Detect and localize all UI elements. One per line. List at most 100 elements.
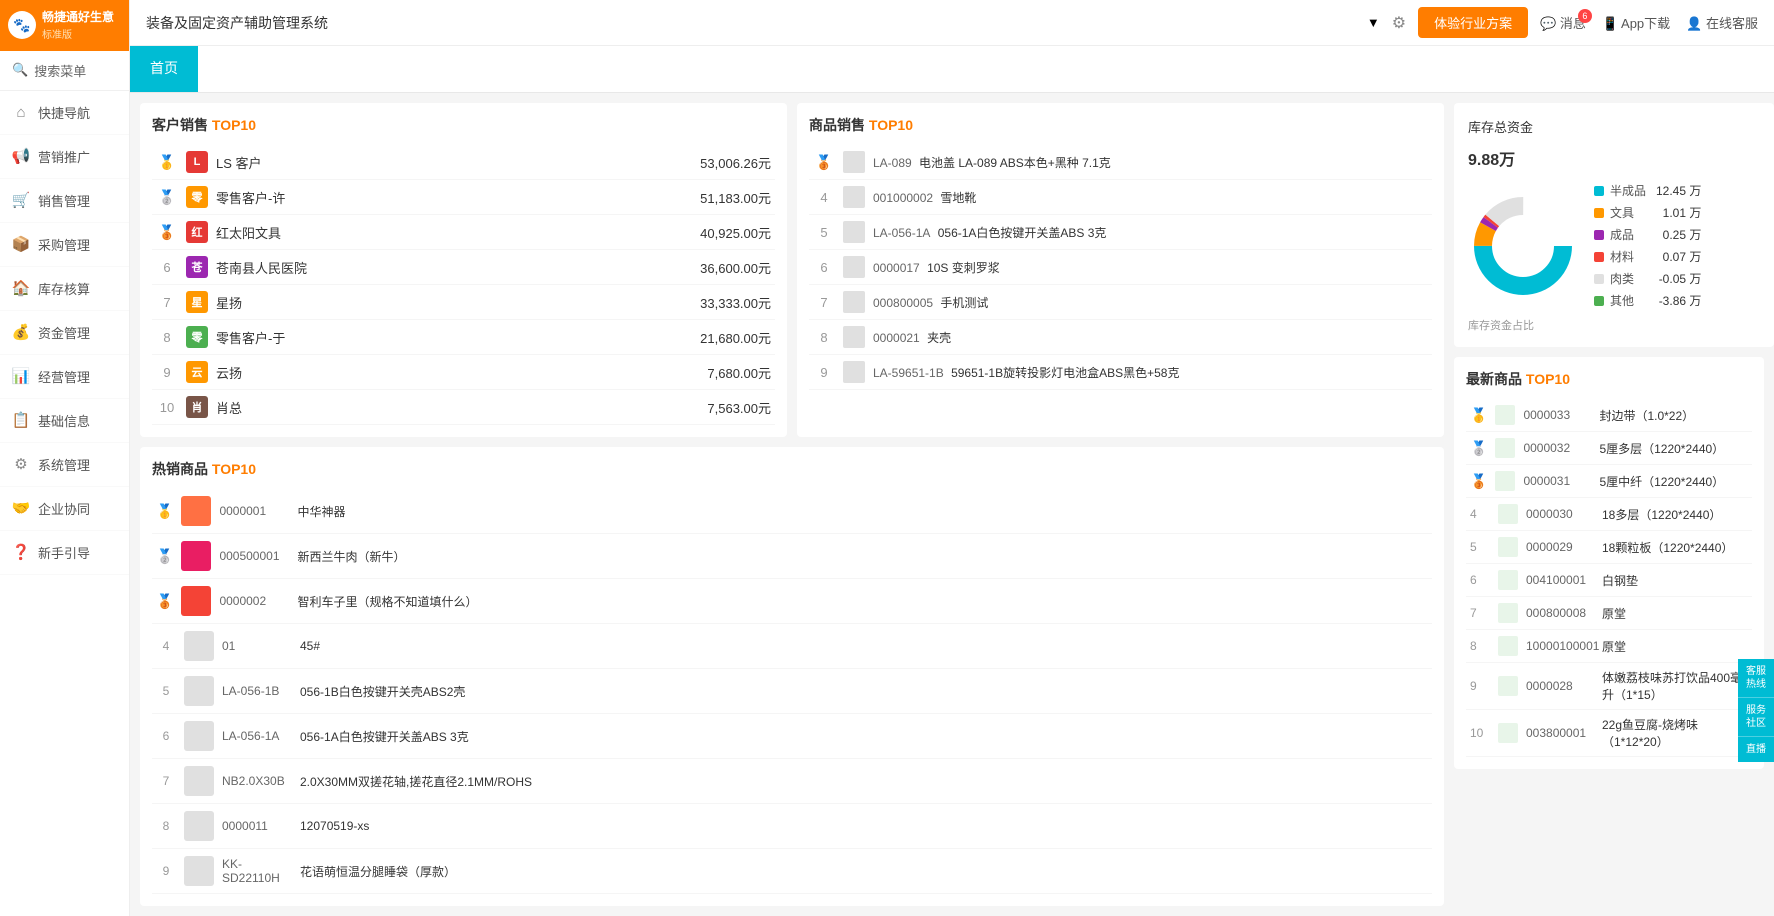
sidebar-item-enterprise[interactable]: 🤝 企业协同 <box>0 487 129 531</box>
avatar: 零 <box>186 326 208 348</box>
table-row: 7 星 星扬 33,333.00元 <box>152 285 775 320</box>
sidebar-item-newbie[interactable]: ❓ 新手引导 <box>0 531 129 575</box>
list-item: 9 0000028 体嫩荔枝味苏打饮品400毫升（1*15） <box>1466 663 1752 710</box>
table-row: 9 LA-59651-1B 59651-1B旋转投影灯电池盒ABS黑色+58克 <box>809 355 1432 390</box>
enterprise-icon: 🤝 <box>12 499 30 517</box>
tab-home[interactable]: 首页 <box>130 46 198 92</box>
customer-ranking-title: 客户销售 TOP10 <box>152 115 775 135</box>
list-item: 9 KK-SD22110H 花语萌恒温分腿睡袋（厚款） <box>152 849 1432 894</box>
marketing-icon: 📢 <box>12 147 30 165</box>
legend-color <box>1594 230 1604 240</box>
dropdown-arrow-icon: ▼ <box>1367 15 1380 30</box>
live-button[interactable]: 直播 <box>1738 737 1774 762</box>
online-service[interactable]: 👤 在线客服 <box>1686 13 1758 32</box>
trial-button[interactable]: 体验行业方案 <box>1418 7 1528 38</box>
sidebar-item-quick-nav[interactable]: ⌂ 快捷导航 <box>0 91 129 135</box>
content-main: 客户销售 TOP10 🥇 L LS 客户 53,006.26元 🥈 零 <box>130 93 1454 916</box>
customer-hotline-button[interactable]: 客服热线 <box>1738 659 1774 698</box>
service-community-button[interactable]: 服务社区 <box>1738 698 1774 737</box>
table-row: 🥈 零 零售客户-许 51,183.00元 <box>152 180 775 215</box>
list-item: 🥇 0000033 封边带（1.0*22） <box>1466 399 1752 432</box>
sidebar-item-purchase[interactable]: 📦 采购管理 <box>0 223 129 267</box>
product-image <box>181 496 211 526</box>
sidebar-item-inventory[interactable]: 🏠 库存核算 <box>0 267 129 311</box>
sidebar-item-operation[interactable]: 📊 经营管理 <box>0 355 129 399</box>
sidebar-search[interactable]: 🔍 搜索菜单 <box>0 51 129 91</box>
main-container: 装备及固定资产辅助管理系统 ▼ ⚙ 体验行业方案 💬 6 消息 📱 App下载 … <box>130 0 1774 916</box>
message-badge[interactable]: 💬 6 消息 <box>1540 13 1586 32</box>
list-item: 10 003800001 22g鱼豆腐-烧烤味（1*12*20） <box>1466 710 1752 757</box>
system-icon: ⚙ <box>12 455 30 473</box>
avatar: 红 <box>186 221 208 243</box>
list-item: 6 LA-056-1A 056-1A白色按键开关盖ABS 3克 <box>152 714 1432 759</box>
product-thumb <box>1495 471 1515 491</box>
product-thumb <box>843 361 865 383</box>
nav-tabs: 首页 <box>130 46 1774 93</box>
newest-products-panel: 最新商品 TOP10 🥇 0000033 封边带（1.0*22） 🥈 00000… <box>1454 357 1764 769</box>
legend-color <box>1594 208 1604 218</box>
table-row: 🥇 L LS 客户 53,006.26元 <box>152 145 775 180</box>
settings-icon[interactable]: ⚙ <box>1392 13 1406 33</box>
medal-icon: 🥉 <box>1470 473 1487 490</box>
mobile-icon: 📱 <box>1602 16 1618 31</box>
sidebar-item-finance[interactable]: 💰 资金管理 <box>0 311 129 355</box>
list-item: 4 0000030 18多层（1220*2440） <box>1466 498 1752 531</box>
legend-item: 其他 -3.86 万 <box>1594 292 1701 309</box>
product-thumb <box>843 291 865 313</box>
list-item: 5 LA-056-1B 056-1B白色按键开关壳ABS2壳 <box>152 669 1432 714</box>
list-item: 5 0000029 18颗粒板（1220*2440） <box>1466 531 1752 564</box>
right-panel: 库存总资金 9.88万 <box>1454 93 1774 916</box>
sidebar-item-basic[interactable]: 📋 基础信息 <box>0 399 129 443</box>
product-image <box>184 631 214 661</box>
product-thumb <box>1495 438 1515 458</box>
table-row: 10 肖 肖总 7,563.00元 <box>152 390 775 425</box>
product-thumb <box>1498 636 1518 656</box>
product-image <box>181 541 211 571</box>
legend-color <box>1594 274 1604 284</box>
product-ranking-title: 商品销售 TOP10 <box>809 115 1432 135</box>
product-thumb <box>1498 676 1518 696</box>
product-thumb <box>1498 723 1518 743</box>
legend-color <box>1594 296 1604 306</box>
product-thumb <box>1495 405 1515 425</box>
sidebar-logo: 🐾 畅捷通好生意 标准版 <box>0 0 129 51</box>
inventory-total: 9.88万 <box>1468 140 1760 172</box>
app-download[interactable]: 📱 App下载 <box>1602 13 1670 32</box>
medal-icon: 🥈 <box>156 186 178 208</box>
newest-products-title: 最新商品 TOP10 <box>1466 369 1752 389</box>
product-thumb <box>843 186 865 208</box>
product-thumb <box>1498 603 1518 623</box>
legend-item: 材料 0.07 万 <box>1594 248 1701 265</box>
newbie-icon: ❓ <box>12 543 30 561</box>
table-row: 7 000800005 手机测试 <box>809 285 1432 320</box>
list-item: 8 0000011 12070519-xs <box>152 804 1432 849</box>
purchase-icon: 📦 <box>12 235 30 253</box>
donut-chart-container: 半成品 12.45 万 文具 1.01 万 成品 0.25 万 <box>1468 182 1760 309</box>
product-thumb <box>843 151 865 173</box>
topbar-dropdown[interactable]: ▼ <box>1367 15 1380 30</box>
list-item: 8 10000100001 原堂 <box>1466 630 1752 663</box>
top-row: 客户销售 TOP10 🥇 L LS 客户 53,006.26元 🥈 零 <box>140 103 1444 437</box>
sidebar-item-marketing[interactable]: 📢 营销推广 <box>0 135 129 179</box>
sidebar: 🐾 畅捷通好生意 标准版 🔍 搜索菜单 ⌂ 快捷导航 📢 营销推广 🛒 销售管理… <box>0 0 130 916</box>
avatar: L <box>186 151 208 173</box>
medal-icon: 🥇 <box>156 151 178 173</box>
sidebar-item-system[interactable]: ⚙ 系统管理 <box>0 443 129 487</box>
hot-products-panel: 热销商品 TOP10 🥇 0000001 中华神器 🥈 000500001 新西… <box>140 447 1444 906</box>
legend-item: 文具 1.01 万 <box>1594 204 1701 221</box>
logo-text: 畅捷通好生意 标准版 <box>42 10 114 41</box>
table-row: 🥉 红 红太阳文具 40,925.00元 <box>152 215 775 250</box>
product-image <box>184 676 214 706</box>
hot-products-title: 热销商品 TOP10 <box>152 459 1432 479</box>
table-row: 8 零 零售客户-于 21,680.00元 <box>152 320 775 355</box>
medal-icon: 🥇 <box>1470 407 1487 424</box>
product-image <box>184 721 214 751</box>
message-icon: 💬 <box>1540 16 1556 31</box>
hot-products-list: 🥇 0000001 中华神器 🥈 000500001 新西兰牛肉（新牛） 🥉 <box>152 489 1432 894</box>
product-ranking-table: 🥉 LA-089 电池盖 LA-089 ABS本色+黑种 7.1克 4 <box>809 145 1432 390</box>
sales-icon: 🛒 <box>12 191 30 209</box>
avatar: 苍 <box>186 256 208 278</box>
sidebar-item-sales[interactable]: 🛒 销售管理 <box>0 179 129 223</box>
product-thumb <box>1498 570 1518 590</box>
table-row: 🥉 LA-089 电池盖 LA-089 ABS本色+黑种 7.1克 <box>809 145 1432 180</box>
